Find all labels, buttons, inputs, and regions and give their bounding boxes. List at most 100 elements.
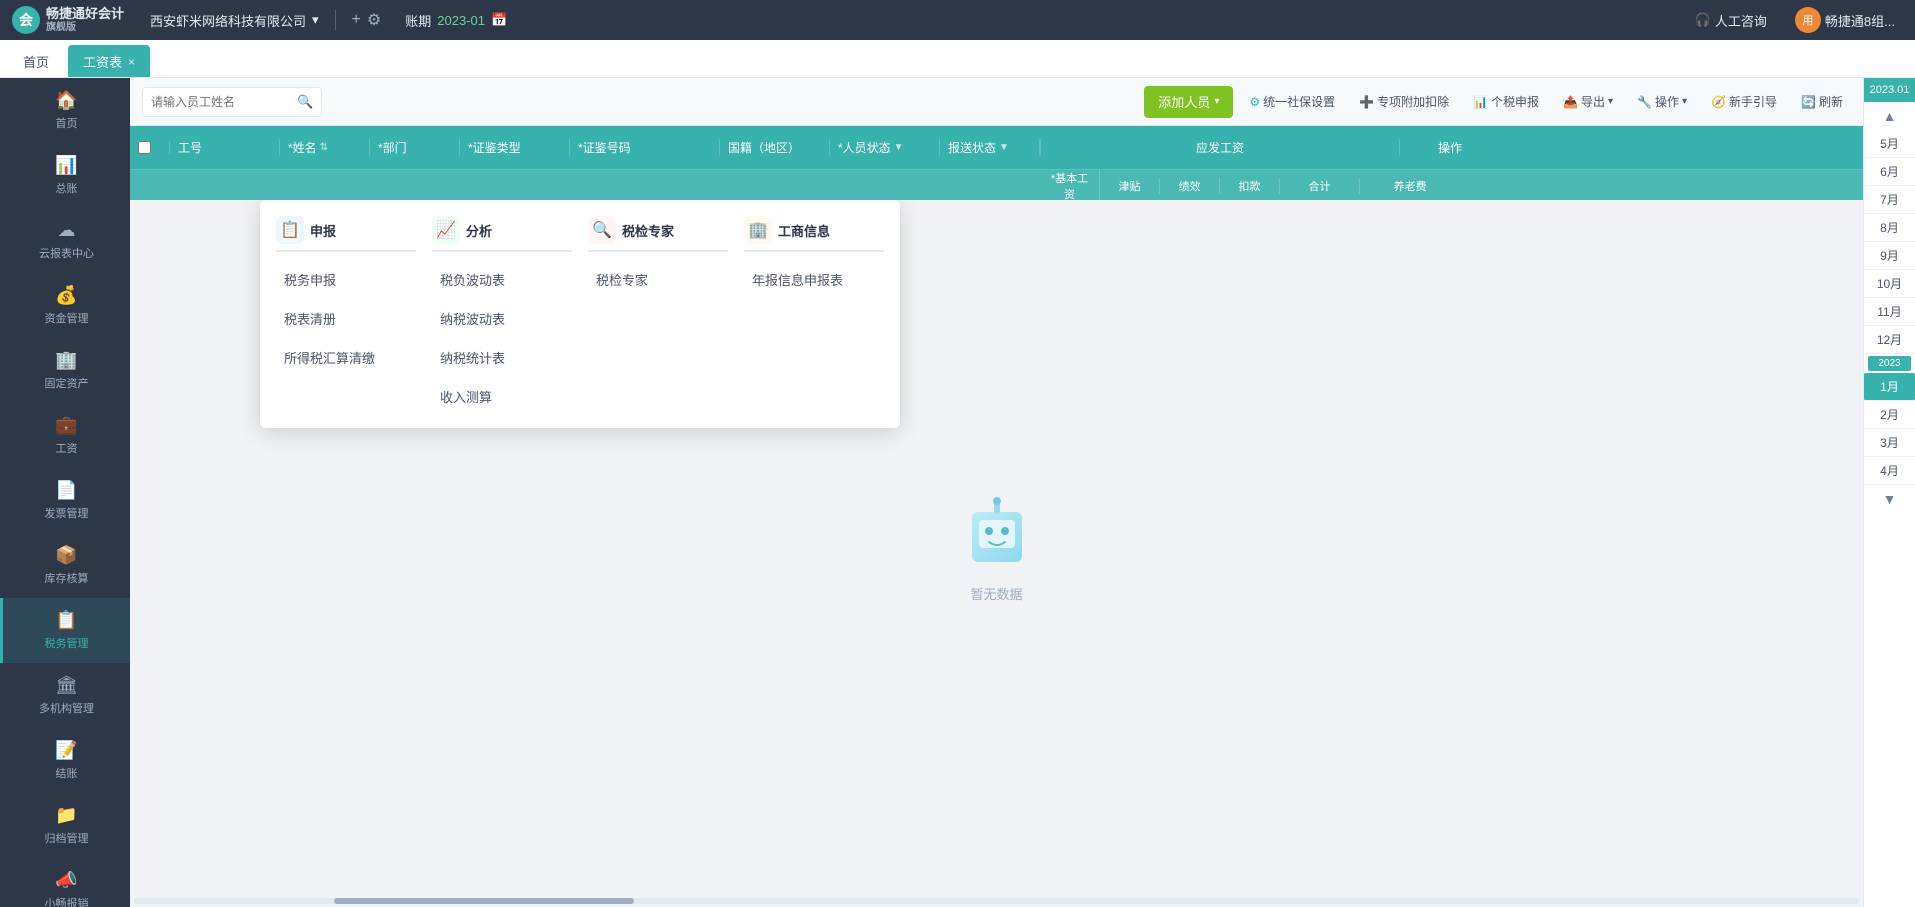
th-report-status[interactable]: 报送状态 ▼ [940, 139, 1040, 156]
user-area[interactable]: 用 畅捷通8组... [1787, 3, 1903, 37]
month-item-9[interactable]: 9月 [1864, 242, 1915, 270]
tax-report-label: 个税申报 [1491, 93, 1539, 110]
menu-item-annual-report[interactable]: 年报信息申报表 [744, 264, 884, 295]
export-icon: 📤 [1563, 95, 1578, 109]
menu-item-tax-report-label: 税务申报 [284, 273, 336, 288]
sidebar: 🏠 首页 📊 总账 ☁ 云报表中心 💰 资金管理 🏢 固定资产 💼 工资 📄 发… [0, 78, 130, 907]
menu-item-tax-table-label: 税表清册 [284, 312, 336, 327]
toolbar-action-refresh[interactable]: 🔄 刷新 [1793, 89, 1851, 114]
sidebar-item-tax[interactable]: 📋 税务管理 [0, 598, 130, 663]
month-item-4[interactable]: 4月 [1864, 457, 1915, 485]
dropdown-menu: 📋 申报 税务申报 税表清册 所得税汇算清缴 [260, 200, 900, 428]
gongshang-icon: 🏢 [744, 216, 772, 244]
th-status[interactable]: *人员状态 ▼ [830, 139, 940, 156]
month-item-3[interactable]: 3月 [1864, 429, 1915, 457]
scrollbar-track[interactable] [134, 898, 1859, 904]
toolbar-action-social[interactable]: ⚙ 统一社保设置 [1241, 89, 1343, 114]
select-all-checkbox[interactable] [138, 141, 151, 154]
scrollbar-thumb[interactable] [334, 898, 634, 904]
sidebar-label-multi: 多机构管理 [39, 700, 94, 716]
sidebar-item-ledger[interactable]: 📊 总账 [0, 143, 130, 208]
header-add-icon[interactable]: + ⚙ [352, 10, 382, 30]
shenba-icon: 📋 [276, 216, 304, 244]
toolbar-action-guide[interactable]: 🧭 新手引导 [1703, 89, 1785, 114]
sidebar-label-fund: 资金管理 [45, 310, 89, 326]
sidebar-item-archive[interactable]: 📁 归档管理 [0, 793, 130, 858]
th-name[interactable]: *姓名 ⇅ [280, 139, 370, 156]
sidebar-item-close[interactable]: 📝 结账 [0, 728, 130, 793]
export-arrow-icon: ▾ [1608, 96, 1613, 107]
settings-icon: ⚙ [367, 10, 381, 30]
month-item-11[interactable]: 11月 [1864, 298, 1915, 326]
menu-item-tax-table[interactable]: 税表清册 [276, 303, 416, 334]
multi-icon: 🏛 [55, 675, 78, 696]
table-header: 工号 *姓名 ⇅ *部门 *证鉴类型 *证鉴号码 国籍（地区） [130, 126, 1863, 200]
sidebar-item-salary[interactable]: 💼 工资 [0, 403, 130, 468]
inventory-icon: 📦 [55, 545, 77, 566]
toolbar-action-tax-report[interactable]: 📊 个税申报 [1465, 89, 1547, 114]
toolbar-action-export[interactable]: 📤 导出 ▾ [1555, 89, 1621, 114]
month-item-7[interactable]: 7月 [1864, 186, 1915, 214]
tab-home[interactable]: 首页 [8, 45, 64, 77]
sidebar-item-invoice[interactable]: 📄 发票管理 [0, 468, 130, 533]
menu-section-title-gongshang: 🏢 工商信息 [744, 216, 884, 252]
menu-item-income-calc[interactable]: 收入测算 [432, 381, 572, 412]
menu-item-income-tax[interactable]: 所得税汇算清缴 [276, 342, 416, 373]
tab-salary[interactable]: 工资表 × [68, 45, 150, 77]
search-input[interactable] [151, 95, 291, 109]
search-input-wrap[interactable]: 🔍 [142, 87, 322, 117]
table-scrollbar[interactable] [130, 895, 1863, 907]
toolbar-action-special[interactable]: ➕ 专项附加扣除 [1351, 89, 1457, 114]
sub-th-total: 合计 [1280, 178, 1360, 194]
th-wage-group: 应发工资 [1040, 139, 1400, 156]
menu-section-title-taijian: 🔍 税检专家 [588, 216, 728, 252]
tab-close-icon[interactable]: × [128, 55, 135, 69]
add-person-button[interactable]: 添加人员 ▾ [1144, 86, 1233, 118]
period-label: 账期 [405, 11, 431, 30]
menu-item-pay-fluctuation[interactable]: 纳税波动表 [432, 303, 572, 334]
month-item-2[interactable]: 2月 [1864, 401, 1915, 429]
sub-th-base-salary: *基本工资 [1040, 170, 1100, 202]
home-icon: 🏠 [55, 90, 77, 111]
menu-item-tax-fluctuation[interactable]: 税负波动表 [432, 264, 572, 295]
menu-section-taijian: 🔍 税检专家 税检专家 [588, 216, 728, 412]
sidebar-label-close: 结账 [56, 765, 78, 781]
main-layout: 🏠 首页 📊 总账 ☁ 云报表中心 💰 资金管理 🏢 固定资产 💼 工资 📄 发… [0, 78, 1915, 907]
month-item-8[interactable]: 8月 [1864, 214, 1915, 242]
toolbar-action-operate[interactable]: 🔧 操作 ▾ [1629, 89, 1695, 114]
fenxi-icon: 📈 [432, 216, 460, 244]
service-label: 人工咨询 [1715, 11, 1767, 30]
menu-item-tax-stats[interactable]: 纳税统计表 [432, 342, 572, 373]
fenxi-title: 分析 [466, 221, 492, 240]
month-item-1[interactable]: 1月 [1864, 373, 1915, 401]
sidebar-item-inventory[interactable]: 📦 库存核算 [0, 533, 130, 598]
sidebar-item-multi[interactable]: 🏛 多机构管理 [0, 663, 130, 728]
gongshang-title: 工商信息 [778, 221, 830, 240]
sidebar-label-home: 首页 [56, 115, 78, 131]
sidebar-item-home[interactable]: 🏠 首页 [0, 78, 130, 143]
app-edition: 旗舰版 [46, 22, 124, 34]
right-panel-down-arrow[interactable]: ▼ [1880, 489, 1900, 509]
sidebar-item-asset[interactable]: 🏢 固定资产 [0, 338, 130, 403]
operate-icon: 🔧 [1637, 95, 1652, 109]
month-item-12[interactable]: 12月 [1864, 326, 1915, 354]
month-item-6[interactable]: 6月 [1864, 158, 1915, 186]
service-btn[interactable]: 🎧 人工咨询 [1687, 7, 1775, 34]
sidebar-item-cloud[interactable]: ☁ 云报表中心 [0, 208, 130, 273]
calendar-icon[interactable]: 📅 [491, 12, 507, 28]
special-label: 专项附加扣除 [1377, 93, 1449, 110]
filter-status-icon: ▼ [894, 142, 904, 153]
right-panel-up-arrow[interactable]: ▲ [1880, 106, 1900, 126]
menu-item-tax-report[interactable]: 税务申报 [276, 264, 416, 295]
month-item-10[interactable]: 10月 [1864, 270, 1915, 298]
company-selector[interactable]: 西安虾米网络科技有限公司 ▾ [142, 7, 327, 34]
menu-item-tax-expert[interactable]: 税检专家 [588, 264, 728, 295]
sidebar-item-expense[interactable]: 📣 小畅报销 [0, 858, 130, 907]
tab-home-label: 首页 [23, 52, 49, 71]
sidebar-label-ledger: 总账 [56, 180, 78, 196]
sidebar-item-fund[interactable]: 💰 资金管理 [0, 273, 130, 338]
menu-item-tax-expert-label: 税检专家 [596, 273, 648, 288]
menu-item-tax-fluctuation-label: 税负波动表 [440, 273, 505, 288]
th-checkbox[interactable] [130, 141, 170, 154]
month-item-5[interactable]: 5月 [1864, 130, 1915, 158]
